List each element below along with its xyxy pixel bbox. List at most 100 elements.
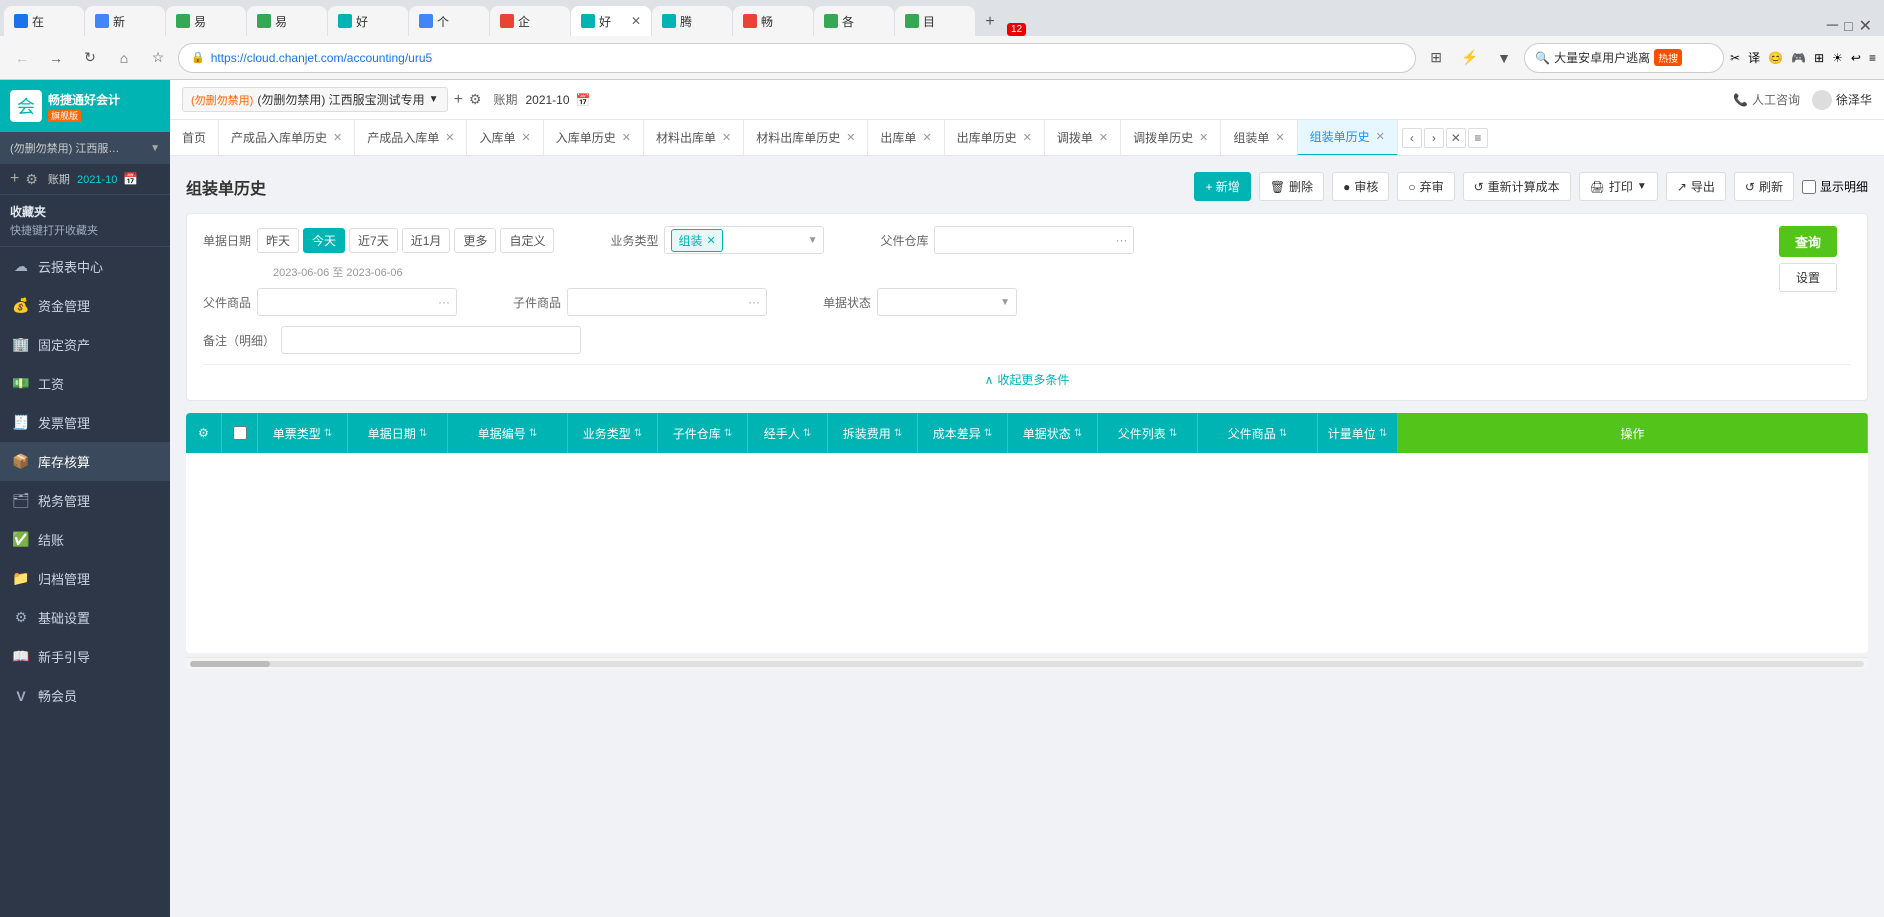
tab-close-icon[interactable]: ✕	[1376, 130, 1385, 143]
tab-close-icon[interactable]: ✕	[622, 131, 631, 144]
child-goods-three-dots[interactable]: ···	[748, 295, 760, 309]
abandon-button[interactable]: ○ 弃审	[1397, 172, 1454, 201]
query-button[interactable]: 查询	[1779, 226, 1837, 257]
tab-transfer-history[interactable]: 调拨单历史 ✕	[1121, 120, 1221, 156]
tab-material-out[interactable]: 材料出库单 ✕	[644, 120, 744, 156]
audit-button[interactable]: ● 审核	[1332, 172, 1389, 201]
settings-icon[interactable]: ⚙	[25, 171, 38, 188]
show-detail-checkbox-label[interactable]: 显示明细	[1802, 178, 1868, 195]
add-account-icon[interactable]: +	[454, 91, 463, 109]
search-area[interactable]: 🔍 大量安卓用户逃离 热搜	[1524, 43, 1724, 73]
translate-icon[interactable]: 译	[1748, 49, 1760, 66]
yesterday-btn[interactable]: 昨天	[257, 228, 299, 253]
scissors-icon[interactable]: ✂	[1730, 51, 1740, 65]
sidebar-item-settings[interactable]: ⚙ 基础设置	[0, 598, 170, 637]
child-goods-input[interactable]: ···	[567, 288, 767, 316]
dropdown-button[interactable]: ▼	[1490, 44, 1518, 72]
home-button[interactable]: ⌂	[110, 44, 138, 72]
export-button[interactable]: ↗ 导出	[1666, 172, 1726, 201]
week-btn[interactable]: 近7天	[349, 228, 398, 253]
refresh-button[interactable]: ↺ 刷新	[1734, 172, 1794, 201]
th-type[interactable]: 单票类型 ⇅	[258, 413, 348, 453]
custom-btn[interactable]: 自定义	[500, 228, 554, 253]
tab-close-icon[interactable]: ✕	[445, 131, 454, 144]
tab-finished-in[interactable]: 产成品入库单 ✕	[355, 120, 467, 156]
horizontal-scroll-track[interactable]	[190, 661, 1864, 667]
browser-tab-2[interactable]: 新	[85, 6, 165, 36]
month-btn[interactable]: 近1月	[402, 228, 451, 253]
show-detail-checkbox[interactable]	[1802, 180, 1816, 194]
add-button[interactable]: + 新增	[1194, 172, 1250, 201]
tabs-menu-button[interactable]: ≡	[1468, 128, 1488, 148]
sidebar-item-fund[interactable]: 💰 资金管理	[0, 286, 170, 325]
menu-icon[interactable]: ≡	[1869, 51, 1876, 65]
browser-tab-7[interactable]: 企	[490, 6, 570, 36]
browser-tab-8[interactable]: 好 ✕	[571, 6, 651, 36]
three-dots-icon[interactable]: ···	[1115, 233, 1127, 247]
tab-material-out-history[interactable]: 材料出库单历史 ✕	[744, 120, 868, 156]
sidebar-item-settlement[interactable]: ✅ 结账	[0, 520, 170, 559]
print-button[interactable]: 🖨 打印 ▼	[1579, 172, 1658, 201]
maximize-button[interactable]: □	[1844, 18, 1852, 34]
th-warehouse[interactable]: 子件仓库 ⇅	[658, 413, 748, 453]
delete-button[interactable]: 🗑 删除	[1259, 172, 1324, 201]
sidebar-item-invoice[interactable]: 🧾 发票管理	[0, 403, 170, 442]
th-handler[interactable]: 经手人 ⇅	[748, 413, 828, 453]
browser-tab-11[interactable]: 各	[814, 6, 894, 36]
th-date[interactable]: 单据日期 ⇅	[348, 413, 448, 453]
tab-close-icon[interactable]: ✕	[522, 131, 531, 144]
tab-close-icon[interactable]: ✕	[922, 131, 931, 144]
minimize-button[interactable]: ─	[1827, 17, 1838, 35]
th-disassemble[interactable]: 拆装费用 ⇅	[828, 413, 918, 453]
tab-in-order[interactable]: 入库单 ✕	[467, 120, 543, 156]
sidebar-item-member[interactable]: V 畅会员	[0, 676, 170, 715]
browser-tab-1[interactable]: 在	[4, 6, 84, 36]
sidebar-item-archive[interactable]: 📁 归档管理	[0, 559, 170, 598]
game-icon[interactable]: 🎮	[1791, 51, 1806, 65]
th-unit[interactable]: 计量单位 ⇅	[1318, 413, 1398, 453]
browser-tab-4[interactable]: 易	[247, 6, 327, 36]
parent-goods-input[interactable]: ···	[257, 288, 457, 316]
browser-tab-5[interactable]: 好	[328, 6, 408, 36]
sidebar-item-fixed-assets[interactable]: 🏢 固定资产	[0, 325, 170, 364]
today-btn[interactable]: 今天	[303, 228, 345, 253]
bookmark-button[interactable]: ☆	[144, 44, 172, 72]
tab-close-icon[interactable]: ✕	[1275, 131, 1284, 144]
undo-icon[interactable]: ↩	[1851, 51, 1861, 65]
service-button[interactable]: 📞 人工咨询	[1733, 91, 1800, 108]
biz-tag-close[interactable]: ✕	[706, 234, 715, 247]
sidebar-item-payroll[interactable]: 💵 工资	[0, 364, 170, 403]
tabs-prev-button[interactable]: ‹	[1402, 128, 1422, 148]
add-company-icon[interactable]: +	[10, 170, 19, 188]
tab-close-icon[interactable]: ✕	[1099, 131, 1108, 144]
tab-close-button[interactable]: ✕	[631, 14, 641, 28]
tab-assemble-history[interactable]: 组装单历史 ✕	[1298, 120, 1398, 156]
parent-warehouse-input[interactable]: ···	[934, 226, 1134, 254]
account-settings-icon[interactable]: ⚙	[469, 91, 482, 108]
tab-close-icon[interactable]: ✕	[722, 131, 731, 144]
tab-out-order[interactable]: 出库单 ✕	[868, 120, 944, 156]
biz-type-selector[interactable]: 组装 ✕ ▼	[664, 226, 824, 254]
browser-tab-9[interactable]: 腾	[652, 6, 732, 36]
new-tab-button[interactable]: +	[976, 8, 1004, 36]
grid-view-button[interactable]: ⊞	[1422, 44, 1450, 72]
tab-assemble[interactable]: 组装单 ✕	[1221, 120, 1297, 156]
browser-tab-3[interactable]: 易	[166, 6, 246, 36]
horizontal-scroll-thumb[interactable]	[190, 661, 270, 667]
tab-close-icon[interactable]: ✕	[1023, 131, 1032, 144]
sidebar-company[interactable]: (勿删勿禁用) 江西服宝测试专用 ▼	[0, 132, 170, 164]
th-check[interactable]	[222, 413, 258, 453]
more-btn[interactable]: 更多	[454, 228, 496, 253]
tab-close-icon[interactable]: ✕	[846, 131, 855, 144]
browser-tab-12[interactable]: 目	[895, 6, 975, 36]
forward-button[interactable]: →	[42, 44, 70, 72]
th-cost-diff[interactable]: 成本差异 ⇅	[918, 413, 1008, 453]
user-info[interactable]: 徐泽华	[1812, 90, 1872, 110]
account-selector[interactable]: (勿删勿禁用) (勿删勿禁用) 江西服宝测试专用 ▼	[182, 87, 448, 112]
tabs-close-button[interactable]: ✕	[1446, 128, 1466, 148]
sun-icon[interactable]: ☀	[1832, 51, 1843, 65]
tab-in-history[interactable]: 入库单历史 ✕	[544, 120, 644, 156]
select-all-checkbox[interactable]	[233, 426, 247, 440]
calendar-icon[interactable]: 📅	[576, 93, 591, 107]
tab-home[interactable]: 首页	[170, 120, 219, 156]
